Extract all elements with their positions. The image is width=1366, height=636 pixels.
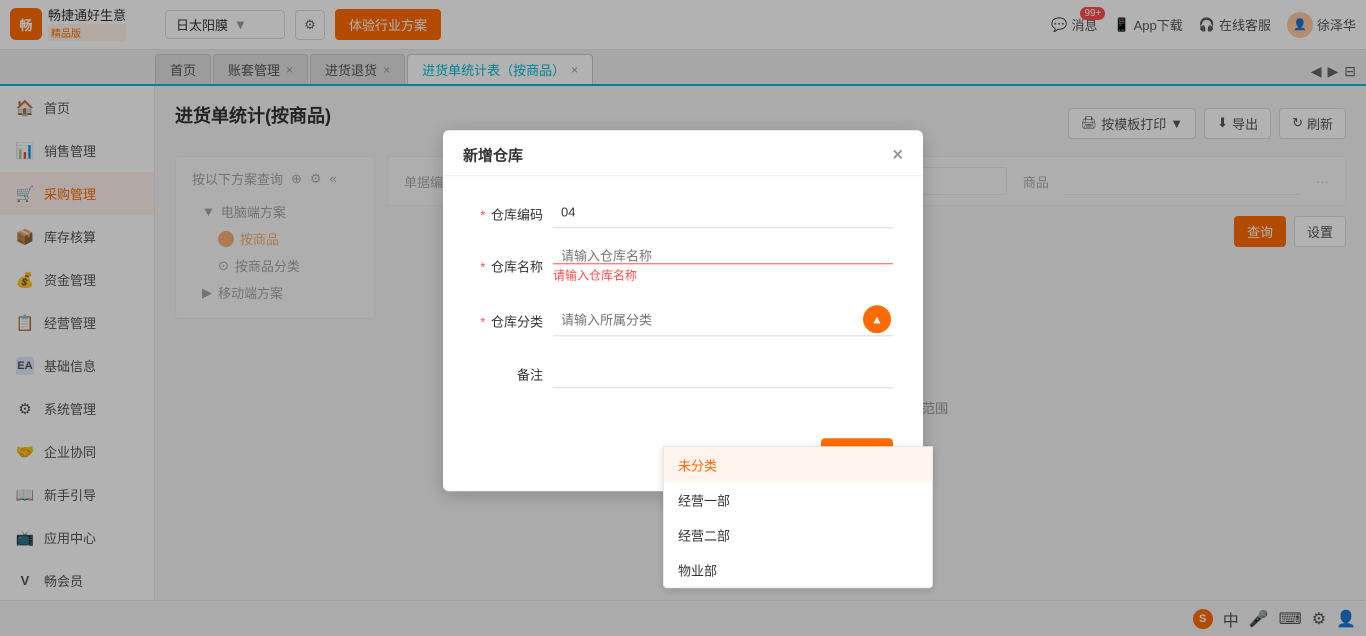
code-input[interactable] (553, 196, 893, 228)
modal-title: 新增仓库 (463, 144, 523, 165)
dropdown-item-dept3[interactable]: 物业部 (664, 552, 932, 587)
form-row-name: * 仓库名称 请输入仓库名称 (473, 248, 893, 283)
name-input[interactable] (553, 248, 893, 264)
chevron-up-icon: ▲ (871, 312, 883, 326)
note-input[interactable] (553, 356, 893, 388)
form-row-note: 备注 (473, 356, 893, 388)
new-warehouse-modal: 新增仓库 × * 仓库编码 * 仓库名称 请输入仓库名称 * (443, 130, 923, 491)
note-label: 备注 (473, 356, 553, 383)
modal-header: 新增仓库 × (443, 130, 923, 176)
dropdown-item-dept2[interactable]: 经营二部 (664, 517, 932, 552)
name-error-message: 请输入仓库名称 (553, 266, 893, 283)
category-label: * 仓库分类 (473, 303, 553, 330)
name-label: * 仓库名称 (473, 248, 553, 275)
category-toggle-button[interactable]: ▲ (863, 305, 891, 333)
required-marker-3: * (480, 314, 485, 329)
required-marker: * (480, 207, 485, 222)
category-input[interactable] (553, 303, 863, 335)
code-label: * 仓库编码 (473, 196, 553, 223)
dropdown-item-dept1[interactable]: 经营一部 (664, 482, 932, 517)
required-marker-2: * (480, 259, 485, 274)
category-input-row: ▲ (553, 303, 893, 336)
dropdown-item-uncategorized[interactable]: 未分类 (664, 447, 932, 482)
modal-close-button[interactable]: × (892, 144, 903, 165)
modal-body: * 仓库编码 * 仓库名称 请输入仓库名称 * 仓库分类 (443, 176, 923, 428)
category-dropdown: 未分类 经营一部 经营二部 物业部 (663, 446, 933, 588)
name-input-wrap: 请输入仓库名称 (553, 248, 893, 283)
form-row-category: * 仓库分类 ▲ (473, 303, 893, 336)
form-row-code: * 仓库编码 (473, 196, 893, 228)
